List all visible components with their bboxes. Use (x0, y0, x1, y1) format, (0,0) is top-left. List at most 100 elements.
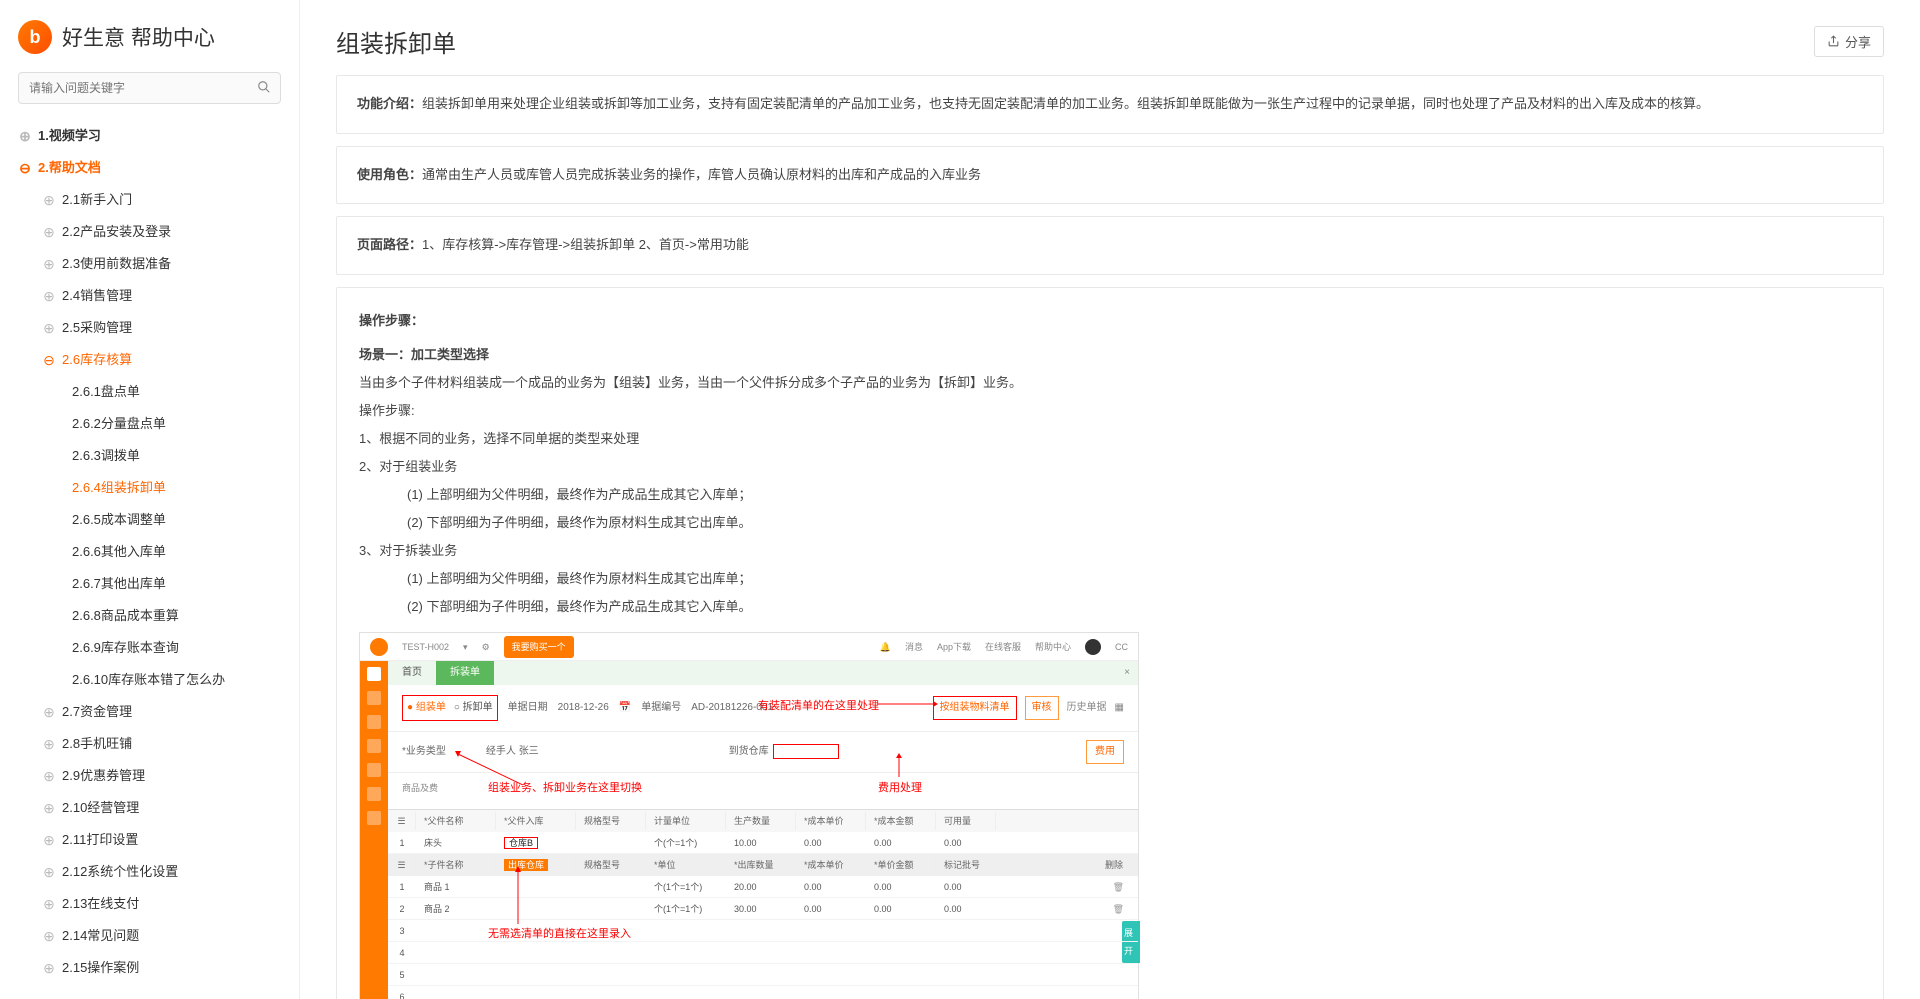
avatar-icon (1085, 639, 1101, 655)
minus-icon: ⊖ (42, 353, 56, 367)
mock-history: 历史单据 (1067, 698, 1107, 718)
nav-2-6-2[interactable]: 2.6.2分量盘点单 (18, 408, 281, 440)
mock-parent-table: 展开 ☰ *父件名称 *父件入库 规格型号 计量单位 生产数量 *成本单价 *成… (388, 809, 1138, 999)
plus-icon: ⊕ (42, 257, 56, 271)
mock-expense-button: 费用 (1086, 740, 1124, 764)
nav-2-14[interactable]: ⊕2.14常见问题 (18, 920, 281, 952)
mock-sidebar (360, 661, 388, 999)
step2-1: (1) 上部明细为父件明细，最终作为产成品生成其它入库单； (359, 482, 1861, 508)
steps-header: 操作步骤： (359, 308, 1861, 334)
embedded-screenshot: TEST-H002 ▾ ⚙ 我要购买一个 🔔 消息 App下载 在线客服 帮助中… (359, 632, 1139, 999)
nav-2-12[interactable]: ⊕2.12系统个性化设置 (18, 856, 281, 888)
mock-audit-button: 审核 (1025, 696, 1059, 720)
role-label: 使用角色： (357, 167, 422, 182)
plus-icon: ⊕ (42, 961, 56, 975)
page-title: 组装拆卸单 (336, 24, 456, 59)
nav-video[interactable]: ⊕1.视频学习 (18, 120, 281, 152)
nav-2-6-7[interactable]: 2.6.7其他出库单 (18, 568, 281, 600)
nav-2-5[interactable]: ⊕2.5采购管理 (18, 312, 281, 344)
nav-2-13[interactable]: ⊕2.13在线支付 (18, 888, 281, 920)
nav-2-6-9[interactable]: 2.6.9库存账本查询 (18, 632, 281, 664)
share-button[interactable]: 分享 (1814, 26, 1884, 57)
plus-icon: ⊕ (42, 705, 56, 719)
plus-icon: ⊕ (42, 833, 56, 847)
nav-2-4[interactable]: ⊕2.4销售管理 (18, 280, 281, 312)
nav-2-6-3[interactable]: 2.6.3调拨单 (18, 440, 281, 472)
plus-icon: ⊕ (42, 801, 56, 815)
minus-icon: ⊖ (18, 161, 32, 175)
gear-icon: ⚙ (482, 638, 490, 656)
main-content: 组装拆卸单 分享 功能介绍：组装拆卸单用来处理企业组装或拆卸等加工业务，支持有固… (300, 0, 1920, 999)
mock-help: 帮助中心 (1035, 638, 1071, 656)
plus-icon: ⊕ (42, 193, 56, 207)
steps-sub: 操作步骤: (359, 398, 1861, 424)
step3-2: (2) 下部明细为子件明细，最终作为产成品生成其它入库单。 (359, 594, 1861, 620)
intro-panel: 功能介绍：组装拆卸单用来处理企业组装或拆卸等加工业务，支持有固定装配清单的产品加… (336, 75, 1884, 134)
mock-topbar: TEST-H002 ▾ ⚙ 我要购买一个 🔔 消息 App下载 在线客服 帮助中… (360, 633, 1138, 661)
plus-icon: ⊕ (42, 737, 56, 751)
nav-2-2[interactable]: ⊕2.2产品安装及登录 (18, 216, 281, 248)
nav-2-7[interactable]: ⊕2.7资金管理 (18, 696, 281, 728)
role-text: 通常由生产人员或库管人员完成拆装业务的操作，库管人员确认原材料的出库和产成品的入… (422, 167, 981, 182)
plus-icon: ⊕ (18, 129, 32, 143)
nav-2-3[interactable]: ⊕2.3使用前数据准备 (18, 248, 281, 280)
anno-bom: 有装配清单的在这里处理 (758, 695, 879, 717)
intro-label: 功能介绍： (357, 96, 422, 111)
search-input[interactable] (18, 72, 281, 104)
nav-icon (367, 715, 381, 729)
search-icon[interactable] (257, 80, 271, 97)
mock-type-radio: ● 组装单 ○ 拆卸单 (402, 695, 498, 721)
step3-1: (1) 上部明细为父件明细，最终作为原材料生成其它出库单； (359, 566, 1861, 592)
role-panel: 使用角色：通常由生产人员或库管人员完成拆装业务的操作，库管人员确认原材料的出库和… (336, 146, 1884, 205)
mock-tab-home: 首页 (388, 661, 436, 685)
nav-tree: ⊕1.视频学习 ⊖2.帮助文档 ⊕2.1新手入门 ⊕2.2产品安装及登录 ⊕2.… (18, 120, 281, 984)
calendar-icon: 📅 (619, 698, 631, 718)
path-label: 页面路径： (357, 237, 422, 252)
nav-2-1[interactable]: ⊕2.1新手入门 (18, 184, 281, 216)
logo-icon: b (18, 20, 52, 54)
nav-icon (367, 811, 381, 825)
plus-icon: ⊕ (42, 865, 56, 879)
sidebar: b 好生意 帮助中心 ⊕1.视频学习 ⊖2.帮助文档 ⊕2.1新手入门 ⊕2.2… (0, 0, 300, 999)
search-wrap (18, 72, 281, 104)
mock-msg: 消息 (905, 638, 923, 656)
nav-2-6-4[interactable]: 2.6.4组装拆卸单 (18, 472, 281, 504)
anno-direct: 无需选清单的直接在这里录入 (488, 923, 631, 945)
nav-2-6[interactable]: ⊖2.6库存核算 (18, 344, 281, 376)
plus-icon: ⊕ (42, 225, 56, 239)
nav-2-15[interactable]: ⊕2.15操作案例 (18, 952, 281, 984)
nav-2-6-10[interactable]: 2.6.10库存账本错了怎么办 (18, 664, 281, 696)
nav-2-6-5[interactable]: 2.6.5成本调整单 (18, 504, 281, 536)
mock-tab-doc: 拆装单 (436, 661, 494, 685)
nav-icon (367, 763, 381, 777)
step2-2: (2) 下部明细为子件明细，最终作为原材料生成其它出库单。 (359, 510, 1861, 536)
steps-block: 操作步骤： 场景一：加工类型选择 当由多个子件材料组装成一个成品的业务为【组装】… (336, 287, 1884, 999)
bell-icon: 🔔 (880, 638, 891, 656)
nav-icon (367, 739, 381, 753)
step1: 1、根据不同的业务，选择不同单据的类型来处理 (359, 426, 1861, 452)
nav-2-11[interactable]: ⊕2.11打印设置 (18, 824, 281, 856)
share-icon (1827, 35, 1840, 48)
mock-row2: *业务类型 经手人 张三 到货仓库 费用 (388, 732, 1138, 773)
mock-try-button: 我要购买一个 (504, 636, 574, 658)
plus-icon: ⊕ (42, 769, 56, 783)
nav-icon (367, 787, 381, 801)
path-text: 1、库存核算->库存管理->组装拆卸单 2、首页->常用功能 (422, 237, 749, 252)
mock-toolbar: ● 组装单 ○ 拆卸单 单据日期 2018-12-26 📅 单据编号 AD-20… (388, 685, 1138, 732)
scene-desc: 当由多个子件材料组装成一个成品的业务为【组装】业务，当由一个父件拆分成多个子产品… (359, 370, 1861, 396)
brand-text: 好生意 帮助中心 (62, 22, 215, 52)
step3: 3、对于拆装业务 (359, 538, 1861, 564)
nav-docs[interactable]: ⊖2.帮助文档 (18, 152, 281, 184)
nav-2-10[interactable]: ⊕2.10经营管理 (18, 792, 281, 824)
nav-2-6-1[interactable]: 2.6.1盘点单 (18, 376, 281, 408)
nav-2-8[interactable]: ⊕2.8手机旺铺 (18, 728, 281, 760)
nav-2-9[interactable]: ⊕2.9优惠券管理 (18, 760, 281, 792)
scene-header: 场景一：加工类型选择 (359, 342, 1861, 368)
brand-row: b 好生意 帮助中心 (18, 20, 281, 54)
plus-icon: ⊕ (42, 897, 56, 911)
nav-2-6-6[interactable]: 2.6.6其他入库单 (18, 536, 281, 568)
mock-bom-button: 按组装物料清单 (933, 696, 1017, 720)
step2: 2、对于组装业务 (359, 454, 1861, 480)
plus-icon: ⊕ (42, 321, 56, 335)
nav-2-6-8[interactable]: 2.6.8商品成本重算 (18, 600, 281, 632)
